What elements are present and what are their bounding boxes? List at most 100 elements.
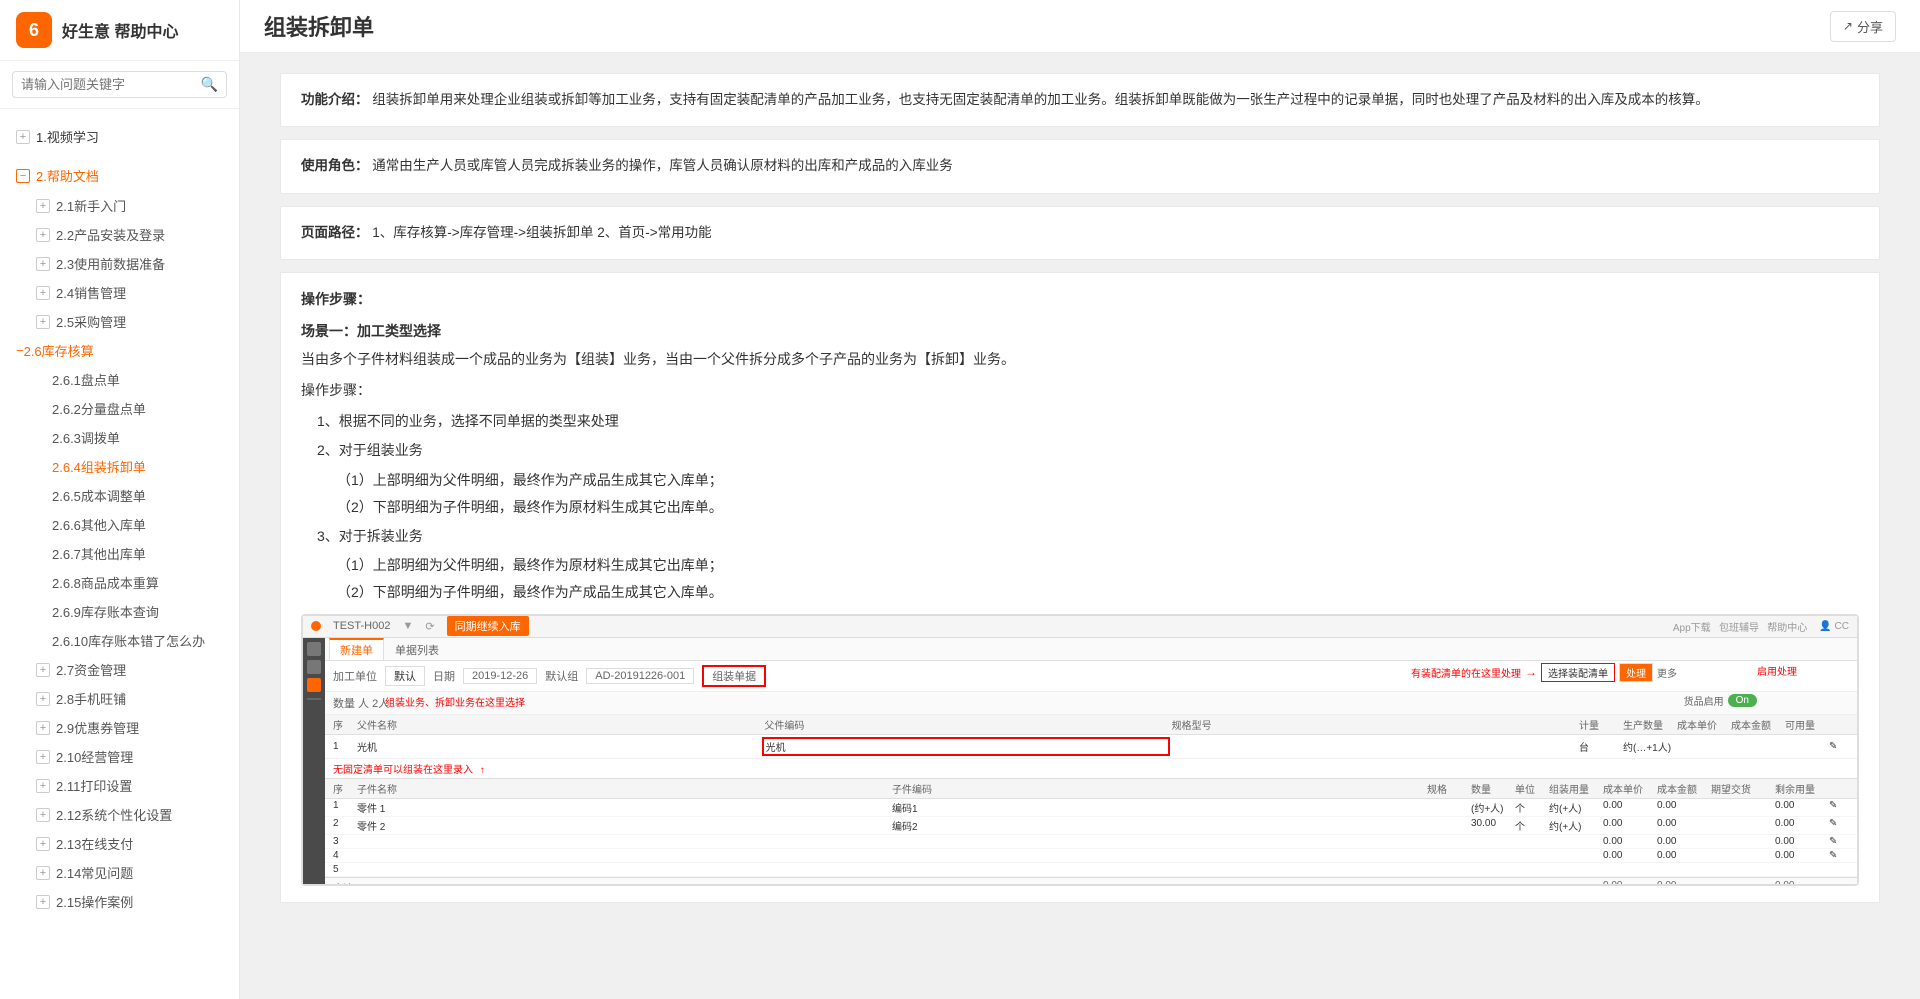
sidebar-item-faq[interactable]: + 2.14常见问题 xyxy=(0,858,239,887)
mock-test-id: TEST-H002 xyxy=(333,620,390,632)
mock-process-btn: 处理 xyxy=(1619,663,1653,682)
annotation3-area: 启用处理 xyxy=(1757,663,1797,678)
sidebar-item-prepare[interactable]: + 2.3使用前数据准备 xyxy=(0,249,239,278)
mock-form-area: 加工单位 默认 日期 2019-12-26 默认组 AD-20191226-00… xyxy=(325,661,1857,692)
share-button[interactable]: ↗ 分享 xyxy=(1830,11,1896,42)
collapse-icon: − xyxy=(16,169,30,183)
expand-icon: + xyxy=(36,199,50,213)
sidebar-item-payment[interactable]: + 2.13在线支付 xyxy=(0,829,239,858)
sidebar-item-inventory[interactable]: − 2.6库存核算 xyxy=(0,336,239,365)
sidebar-item-cases[interactable]: + 2.15操作案例 xyxy=(0,887,239,916)
steps-label: 操作步骤： xyxy=(301,289,1859,309)
mock-red-cell: 光机 xyxy=(762,737,1171,756)
mock-user: 👤 CC xyxy=(1819,621,1849,632)
mock-type-dropdown: 组装单据 xyxy=(702,665,766,687)
search-area: 🔍 xyxy=(0,61,239,109)
sidebar-item-customize[interactable]: + 2.12系统个性化设置 xyxy=(0,800,239,829)
annotation1-area: 有装配清单的在这里处理 → 选择装配清单 处理 更多 xyxy=(1411,663,1677,682)
sidebar-item-install[interactable]: + 2.2产品安装及登录 xyxy=(0,220,239,249)
path-label: 页面路径： xyxy=(301,225,369,240)
mock-tabs-row: 新建单 单据列表 xyxy=(325,638,1857,661)
step2: 2、对于组装业务 xyxy=(317,438,1859,463)
mock-extra-actions: 更多 xyxy=(1657,665,1677,680)
main-content: 组装拆卸单 ↗ 分享 功能介绍： 组装拆卸单用来处理企业组装或拆卸等加工业务，支… xyxy=(240,0,1920,999)
share-icon: ↗ xyxy=(1843,19,1853,33)
func-intro-label: 功能介绍： xyxy=(301,92,369,107)
sidebar-item-capital[interactable]: + 2.7资金管理 xyxy=(0,655,239,684)
screenshot-inner: TEST-H002 ▼ ⟳ 同期继续入库 App下载 包班辅导 帮助中心 👤 C… xyxy=(302,615,1858,885)
on-toggle: On xyxy=(1728,694,1757,707)
sidebar-item-label: 1.视频学习 xyxy=(36,127,99,146)
mock-lower-row3: 3 0.00 0.00 0 xyxy=(325,835,1857,849)
path-text: 1、库存核算->库存管理->组装拆卸单 2、首页->常用功能 xyxy=(372,225,711,240)
page-title: 组装拆卸单 xyxy=(264,10,374,42)
mock-content: 新建单 单据列表 加工单位 默认 日期 2019-12-26 默认组 xyxy=(325,638,1857,884)
mock-upper-table-row1: 1 光机 光机 台 约(…+1人) ✎ xyxy=(325,735,1857,759)
mock-apps: App下载 包班辅导 帮助中心 xyxy=(1673,619,1807,634)
mock-tab-list: 单据列表 xyxy=(384,639,450,660)
mock-date-label: 日期 xyxy=(433,668,455,684)
sidebar-item-stocktake[interactable]: 2.6.1盘点单 xyxy=(16,365,239,394)
mock-logo-dot xyxy=(311,621,321,631)
sidebar-item-other-out[interactable]: 2.6.7其他出库单 xyxy=(16,539,239,568)
expand-icon: + xyxy=(36,315,50,329)
sidebar-item-purchase[interactable]: + 2.5采购管理 xyxy=(0,307,239,336)
logo-text: 好生意 帮助中心 xyxy=(62,18,178,42)
role-block: 使用角色： 通常由生产人员或库管人员完成拆装业务的操作，库管人员确认原材料的出库… xyxy=(280,139,1880,193)
func-intro-block: 功能介绍： 组装拆卸单用来处理企业组装或拆卸等加工业务，支持有固定装配清单的产品… xyxy=(280,73,1880,127)
step3-sub2: （2）下部明细为子件明细，最终作为产成品生成其它入库单。 xyxy=(337,580,1859,605)
expand-icon: + xyxy=(36,895,50,909)
sidebar-item-stock-err[interactable]: 2.6.10库存账本错了怎么办 xyxy=(16,626,239,655)
sidebar-item-stock-query[interactable]: 2.6.9库存账本查询 xyxy=(16,597,239,626)
step3: 3、对于拆装业务 xyxy=(317,524,1859,549)
role-text: 通常由生产人员或库管人员完成拆装业务的操作，库管人员确认原材料的出库和产成品的入… xyxy=(372,158,953,173)
mock-lower-row1: 1 零件 1 编码1 (约+人) 个 约(+人) 0.00 0.00 xyxy=(325,799,1857,817)
sidebar-item-assembly[interactable]: 2.6.4组装拆卸单 xyxy=(16,452,239,481)
mock-lower-row5: 5 xyxy=(325,863,1857,877)
sidebar-item-new-user[interactable]: + 2.1新手入门 xyxy=(0,191,239,220)
sidebar-item-cost-recalc[interactable]: 2.6.8商品成本重算 xyxy=(16,568,239,597)
nav-section-videos: + 1.视频学习 xyxy=(0,117,239,156)
mock-upper-table-header: 序 父件名称 父件编码 规格型号 计量 生产数量 成本单价 成本金额 可用量 xyxy=(325,715,1857,735)
toggle-label: 货品启用 xyxy=(1684,693,1724,708)
sidebar-item-videos[interactable]: + 1.视频学习 xyxy=(0,121,239,152)
sidebar-item-sales[interactable]: + 2.4销售管理 xyxy=(0,278,239,307)
search-icon[interactable]: 🔍 xyxy=(201,76,218,93)
sidebar-item-coupon[interactable]: + 2.9优惠券管理 xyxy=(0,713,239,742)
expand-icon: + xyxy=(36,837,50,851)
role-label: 使用角色： xyxy=(301,158,369,173)
sidebar-item-mobile[interactable]: + 2.8手机旺铺 xyxy=(0,684,239,713)
logo-icon: 6 xyxy=(16,12,52,48)
annotation1-btn: 选择装配清单 xyxy=(1541,663,1615,682)
mock-sidebar-icon3 xyxy=(307,678,321,692)
sidebar: 6 好生意 帮助中心 🔍 + 1.视频学习 − 2.帮助文档 + 2 xyxy=(0,0,240,999)
mock-type-value: 默认 xyxy=(385,666,425,686)
expand-icon: + xyxy=(36,286,50,300)
sidebar-item-other-in[interactable]: 2.6.6其他入库单 xyxy=(16,510,239,539)
mock-arrow: ▼ xyxy=(402,620,413,632)
mock-qty-label: 数量 人 2人 xyxy=(333,695,389,711)
steps-intro: 操作步骤： xyxy=(301,378,1859,403)
scenario1-title: 场景一：加工类型选择 xyxy=(301,321,1859,341)
search-box: 🔍 xyxy=(12,71,227,98)
mock-left-sidebar xyxy=(303,638,325,884)
sidebar-item-adjust[interactable]: 2.6.3调拨单 xyxy=(16,423,239,452)
mock-refresh: ⟳ xyxy=(425,620,434,633)
sidebar-item-print[interactable]: + 2.11打印设置 xyxy=(0,771,239,800)
screenshot-container: TEST-H002 ▼ ⟳ 同期继续入库 App下载 包班辅导 帮助中心 👤 C… xyxy=(301,614,1859,886)
mock-date-value: 2019-12-26 xyxy=(463,668,537,684)
mock-header-btn: 同期继续入库 xyxy=(447,616,529,636)
logo-area: 6 好生意 帮助中心 xyxy=(0,0,239,61)
sidebar-item-cost-adjust[interactable]: 2.6.5成本调整单 xyxy=(16,481,239,510)
mock-footer-row: 合计 0.00 0.00 0.00 xyxy=(325,877,1857,884)
mock-sidebar-icon1 xyxy=(307,642,321,656)
sidebar-item-docs[interactable]: − 2.帮助文档 xyxy=(0,160,239,191)
sidebar-item-split-stock[interactable]: 2.6.2分量盘点单 xyxy=(16,394,239,423)
expand-icon: + xyxy=(36,866,50,880)
expand-icon: + xyxy=(36,663,50,677)
sidebar-item-ops[interactable]: + 2.10经营管理 xyxy=(0,742,239,771)
expand-icon: + xyxy=(16,130,30,144)
search-input[interactable] xyxy=(21,77,201,92)
mock-layout: 新建单 单据列表 加工单位 默认 日期 2019-12-26 默认组 xyxy=(303,638,1857,884)
step1: 1、根据不同的业务，选择不同单据的类型来处理 xyxy=(317,409,1859,434)
